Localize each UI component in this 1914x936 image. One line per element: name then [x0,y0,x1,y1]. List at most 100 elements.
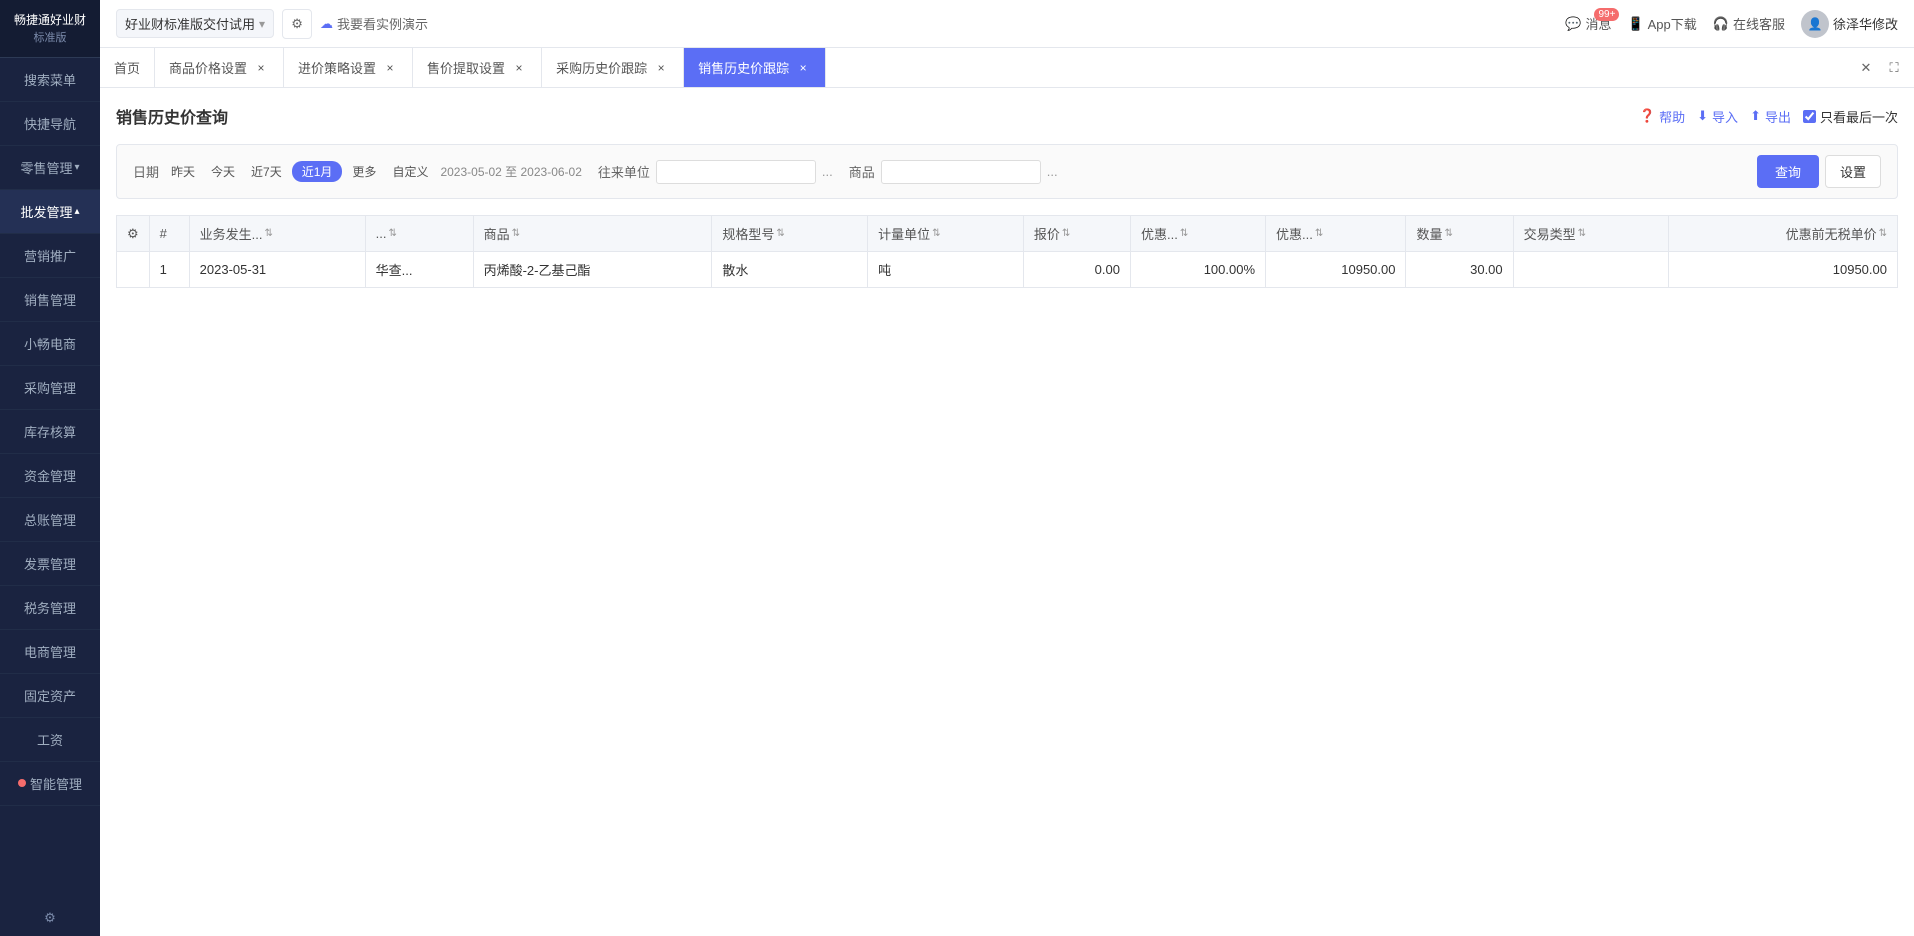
only-last-checkbox[interactable] [1803,110,1816,123]
col-trade-type[interactable]: 交易类型 ⇅ [1513,216,1669,252]
sidebar-item-search[interactable]: 搜索菜单 [0,58,100,102]
sidebar-item-marketing[interactable]: 营销推广 [0,234,100,278]
cell-num: 1 [149,252,189,288]
row-date: 2023-05-31 [200,262,267,277]
tab-close-icon[interactable]: × [795,60,811,76]
col-discount2-label: 优惠... [1276,224,1313,243]
sidebar-item-sales[interactable]: 销售管理 [0,278,100,322]
product-input[interactable] [881,160,1041,184]
col-date[interactable]: 业务发生... ⇅ [189,216,365,252]
date-option-7days[interactable]: 近7天 [245,161,288,182]
row-more: 华查... [376,263,413,278]
cell-gear [117,252,150,288]
sidebar-item-label: 智能管理 [30,774,82,793]
help-btn[interactable]: ❓ 帮助 [1639,107,1685,126]
col-product[interactable]: 商品 ⇅ [473,216,712,252]
sidebar-item-label-with-arrow: 批发管理 ▴ [20,202,79,221]
sidebar-item-xiaochang[interactable]: 小畅电商 [0,322,100,366]
version-selector[interactable]: 好业财标准版交付试用 ▾ [116,9,274,38]
import-label: 导入 [1712,107,1738,126]
filter-bar: 日期 昨天 今天 近7天 近1月 更多 自定义 2023-05-02 至 202… [116,144,1898,199]
only-last-toggle[interactable]: 只看最后一次 [1803,107,1898,126]
sidebar-item-wholesale[interactable]: 批发管理 ▴ [0,190,100,234]
row-product: 丙烯酸-2-乙基己酯 [484,263,591,278]
tab-sale-history[interactable]: 销售历史价跟踪 × [684,48,826,88]
sidebar-item-fixed-assets[interactable]: 固定资产 [0,674,100,718]
user-info[interactable]: 👤 徐泽华修改 [1801,10,1898,38]
sidebar-item-label: 搜索菜单 [24,70,76,89]
sort-icon: ⇅ [265,228,273,239]
demo-link[interactable]: ☁ 我要看实例演示 [320,14,428,33]
sidebar-item-general-ledger[interactable]: 总账管理 [0,498,100,542]
sidebar-item-quick-nav[interactable]: 快捷导航 [0,102,100,146]
gear-icon: ⚙ [127,226,139,241]
date-option-custom[interactable]: 自定义 [386,161,434,182]
sidebar-settings-btn[interactable]: ⚙ [0,900,100,936]
sidebar-item-label: 快捷导航 [24,114,76,133]
tab-close-icon[interactable]: × [511,60,527,76]
tab-label: 销售历史价跟踪 [698,58,789,77]
source-input[interactable] [656,160,816,184]
tab-home[interactable]: 首页 [100,48,155,88]
tab-close-icon[interactable]: × [253,60,269,76]
online-service-btn[interactable]: 🎧 在线客服 [1713,14,1785,33]
sidebar-item-inventory[interactable]: 库存核算 [0,410,100,454]
col-unit[interactable]: 计量单位 ⇅ [868,216,1024,252]
tab-close-window-btn[interactable]: ✕ [1854,56,1878,80]
sort-icon: ⇅ [1315,228,1323,239]
username: 徐泽华修改 [1833,14,1898,33]
cell-trade-type [1513,252,1669,288]
date-filter-label: 日期 [133,162,159,181]
tab-purchase-strategy[interactable]: 进价策略设置 × [284,48,413,88]
tab-product-price[interactable]: 商品价格设置 × [155,48,284,88]
date-option-1month[interactable]: 近1月 [292,161,343,182]
sidebar-item-retail[interactable]: 零售管理 ▾ [0,146,100,190]
import-btn[interactable]: ⬇ 导入 [1697,107,1738,126]
tab-sale-price-extract[interactable]: 售价提取设置 × [413,48,542,88]
sidebar-item-salary[interactable]: 工资 [0,718,100,762]
cell-pretax-price: 10950.00 [1669,252,1898,288]
col-discount1[interactable]: 优惠... ⇅ [1130,216,1265,252]
col-price[interactable]: 报价 ⇅ [1023,216,1130,252]
product-more-btn[interactable]: ... [1047,164,1058,179]
col-qty[interactable]: 数量 ⇅ [1406,216,1513,252]
col-spec[interactable]: 规格型号 ⇅ [712,216,868,252]
date-option-more[interactable]: 更多 [346,161,382,182]
message-btn[interactable]: 💬 消息 99+ [1565,14,1611,33]
sidebar-item-label: 工资 [37,730,63,749]
sidebar-item-smart[interactable]: 智能管理 [0,762,100,806]
settings-btn[interactable]: 设置 [1825,155,1881,188]
export-btn[interactable]: ⬆ 导出 [1750,107,1791,126]
app-download-btn[interactable]: 📱 App下载 [1627,14,1696,33]
col-discount2[interactable]: 优惠... ⇅ [1266,216,1406,252]
date-option-yesterday[interactable]: 昨天 [165,161,201,182]
col-gear[interactable]: ⚙ [117,216,150,252]
col-pretax-price[interactable]: 优惠前无税单价 ⇅ [1669,216,1898,252]
col-qty-label: 数量 [1416,224,1442,243]
sidebar-item-purchase[interactable]: 采购管理 [0,366,100,410]
sidebar-item-tax[interactable]: 税务管理 [0,586,100,630]
source-more-btn[interactable]: ... [822,164,833,179]
row-discount2: 10950.00 [1341,262,1395,277]
tab-purchase-history[interactable]: 采购历史价跟踪 × [542,48,684,88]
sidebar-item-ecommerce[interactable]: 电商管理 [0,630,100,674]
settings-icon-btn[interactable]: ⚙ [282,9,312,39]
cell-unit: 吨 [868,252,1024,288]
row-pretax-price: 10950.00 [1833,262,1887,277]
tab-close-icon[interactable]: × [382,60,398,76]
sidebar-item-finance[interactable]: 资金管理 [0,454,100,498]
sort-icon: ⇅ [1578,228,1586,239]
tab-close-icon[interactable]: × [653,60,669,76]
row-unit: 吨 [878,263,891,278]
tab-label: 采购历史价跟踪 [556,58,647,77]
query-btn[interactable]: 查询 [1757,155,1819,188]
sidebar-item-label: 固定资产 [24,686,76,705]
sidebar-item-invoice[interactable]: 发票管理 [0,542,100,586]
sidebar-item-label: 电商管理 [24,642,76,661]
tab-label: 进价策略设置 [298,58,376,77]
tab-maximize-btn[interactable]: ⛶ [1882,56,1906,80]
date-option-today[interactable]: 今天 [205,161,241,182]
headset-icon: 🎧 [1713,16,1729,32]
col-more[interactable]: ... ⇅ [365,216,473,252]
page-title: 销售历史价查询 [116,104,228,128]
